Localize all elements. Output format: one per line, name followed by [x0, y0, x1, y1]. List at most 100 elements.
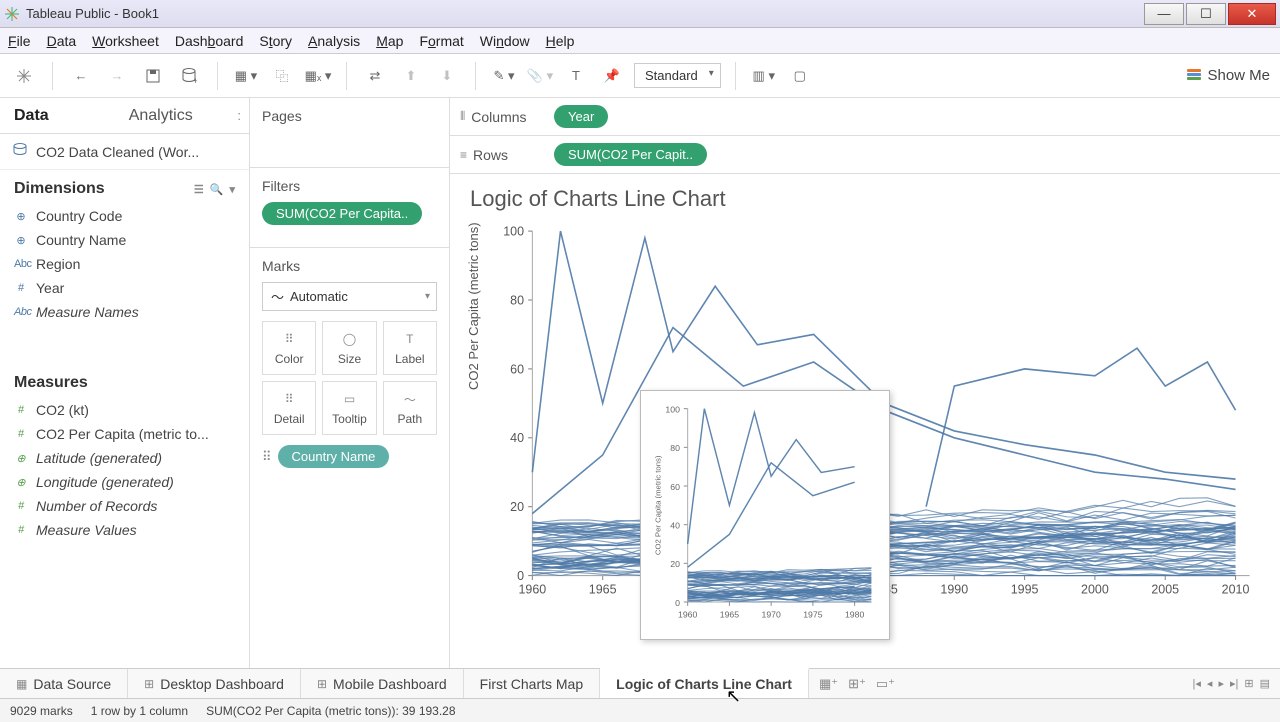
tableau-logo-icon[interactable]	[10, 62, 38, 90]
swap-button[interactable]: ⇄	[361, 62, 389, 90]
dimension-field[interactable]: Country Name	[0, 228, 249, 252]
measures-header: Measures	[0, 364, 249, 398]
sheet-tab[interactable]: First Charts Map	[464, 669, 600, 698]
group-button[interactable]: 📎 ▾	[526, 62, 554, 90]
mark-color[interactable]: ⠿Color	[262, 321, 316, 375]
pin-button[interactable]: 📌	[598, 62, 626, 90]
tab-first-icon[interactable]: |◂	[1193, 677, 1201, 690]
svg-text:20: 20	[510, 499, 524, 514]
tab-prev-icon[interactable]: ◂	[1207, 677, 1213, 690]
svg-text:1990: 1990	[940, 581, 968, 596]
side-panel: Data Analytics : CO2 Data Cleaned (Wor..…	[0, 98, 250, 668]
menubar: File Data Worksheet Dashboard Story Anal…	[0, 28, 1280, 54]
tab-next-icon[interactable]: ▸	[1218, 677, 1224, 690]
tab-grid-icon[interactable]: ⊞	[1244, 677, 1253, 690]
sheet-tab[interactable]: ⊞Desktop Dashboard	[128, 669, 301, 698]
dimension-field[interactable]: Year	[0, 276, 249, 300]
save-button[interactable]	[139, 62, 167, 90]
menu-map[interactable]: Map	[376, 33, 403, 49]
view-icon[interactable]: ☰	[194, 183, 204, 196]
menu-format[interactable]: Format	[419, 33, 463, 49]
sort-asc-button[interactable]: ⬆	[397, 62, 425, 90]
labels-button[interactable]: T	[562, 62, 590, 90]
sheet-tabs: ▦Data Source⊞Desktop Dashboard⊞Mobile Da…	[0, 668, 1280, 698]
new-worksheet-button[interactable]: ▦ ▾	[232, 62, 260, 90]
measure-field[interactable]: CO2 Per Capita (metric to...	[0, 422, 249, 446]
rows-label[interactable]: ≡Rows	[460, 147, 540, 163]
menu-data[interactable]: Data	[47, 33, 77, 49]
columns-pill[interactable]: Year	[554, 105, 608, 128]
measure-field[interactable]: Latitude (generated)	[0, 446, 249, 470]
svg-text:1965: 1965	[720, 609, 739, 619]
redo-button[interactable]: →	[103, 62, 131, 90]
highlight-button[interactable]: ✎ ▾	[490, 62, 518, 90]
undo-button[interactable]: ←	[67, 62, 95, 90]
mark-label[interactable]: TLabel	[383, 321, 437, 375]
dimension-field[interactable]: Country Code	[0, 204, 249, 228]
new-dashboard-icon[interactable]: ⊞⁺	[848, 676, 866, 692]
dimension-field[interactable]: AbcMeasure Names	[0, 300, 249, 324]
new-story-icon[interactable]: ▭⁺	[876, 676, 895, 692]
duplicate-button[interactable]: ⿻	[268, 62, 296, 90]
menu-story[interactable]: Story	[259, 33, 292, 49]
mark-path[interactable]: 〜Path	[383, 381, 437, 435]
tab-menu-icon[interactable]: :	[229, 108, 249, 123]
tab-list-icon[interactable]: ▤	[1260, 677, 1270, 690]
new-sheet-icon[interactable]: ▦⁺	[819, 676, 838, 692]
new-datasource-button[interactable]: +	[175, 62, 203, 90]
sort-desc-button[interactable]: ⬇	[433, 62, 461, 90]
menu-analysis[interactable]: Analysis	[308, 33, 360, 49]
status-bar: 9029 marks 1 row by 1 column SUM(CO2 Per…	[0, 698, 1280, 722]
menu-dashboard[interactable]: Dashboard	[175, 33, 244, 49]
clear-button[interactable]: ▦ₓ ▾	[304, 62, 332, 90]
search-icon[interactable]: 🔍	[210, 183, 224, 196]
pages-shelf[interactable]: Pages	[262, 108, 437, 124]
fit-select[interactable]: Standard	[634, 63, 721, 88]
menu-worksheet[interactable]: Worksheet	[92, 33, 159, 49]
status-marks: 9029 marks	[10, 704, 73, 718]
minimize-button[interactable]: —	[1144, 3, 1184, 25]
show-me-button[interactable]: Show Me	[1187, 67, 1270, 84]
tab-analytics[interactable]: Analytics	[115, 99, 230, 133]
rows-pill[interactable]: SUM(CO2 Per Capit..	[554, 143, 707, 166]
menu-window[interactable]: Window	[480, 33, 530, 49]
close-button[interactable]: ✕	[1228, 3, 1276, 25]
maximize-button[interactable]: ☐	[1186, 3, 1226, 25]
tab-last-icon[interactable]: ▸|	[1230, 677, 1238, 690]
columns-label[interactable]: ⦀Columns	[460, 109, 540, 125]
presentation-button[interactable]: ▢	[786, 62, 814, 90]
filter-pill[interactable]: SUM(CO2 Per Capita..	[262, 202, 422, 225]
mark-tooltip[interactable]: ▭Tooltip	[322, 381, 376, 435]
columns-icon: ⦀	[460, 109, 465, 124]
chart-title[interactable]: Logic of Charts Line Chart	[470, 186, 1260, 212]
svg-text:2005: 2005	[1151, 581, 1179, 596]
measure-field[interactable]: Longitude (generated)	[0, 470, 249, 494]
detail-pill[interactable]: Country Name	[278, 445, 390, 468]
chart-canvas[interactable]: CO2 Per Capita (metric tons) 02040608010…	[470, 220, 1260, 620]
status-layout: 1 row by 1 column	[91, 704, 188, 718]
menu-icon[interactable]: ▾	[229, 183, 235, 196]
automatic-icon: 〜	[271, 287, 284, 306]
measure-field[interactable]: Measure Values	[0, 518, 249, 542]
mark-type-select[interactable]: 〜 Automatic	[262, 282, 437, 311]
tab-data[interactable]: Data	[0, 99, 115, 133]
svg-text:100: 100	[665, 405, 680, 415]
filters-shelf[interactable]: Filters	[262, 178, 437, 194]
datasource-item[interactable]: CO2 Data Cleaned (Wor...	[0, 134, 249, 170]
sheet-tab[interactable]: Logic of Charts Line Chart	[600, 668, 809, 698]
svg-text:80: 80	[510, 292, 524, 307]
sheet-tab[interactable]: ⊞Mobile Dashboard	[301, 669, 464, 698]
measure-field[interactable]: CO2 (kt)	[0, 398, 249, 422]
mark-size[interactable]: ◯Size	[322, 321, 376, 375]
menu-help[interactable]: Help	[546, 33, 575, 49]
svg-text:20: 20	[670, 559, 680, 569]
mark-detail[interactable]: ⠿Detail	[262, 381, 316, 435]
sheet-tab[interactable]: ▦Data Source	[0, 669, 128, 698]
shelves-column: Pages Filters SUM(CO2 Per Capita.. Marks…	[250, 98, 450, 668]
cards-button[interactable]: ▥ ▾	[750, 62, 778, 90]
menu-file[interactable]: File	[8, 33, 31, 49]
view-area: ⦀Columns Year ≡Rows SUM(CO2 Per Capit.. …	[450, 98, 1280, 668]
measure-field[interactable]: Number of Records	[0, 494, 249, 518]
dimension-field[interactable]: AbcRegion	[0, 252, 249, 276]
marks-shelf: Marks	[262, 258, 437, 274]
